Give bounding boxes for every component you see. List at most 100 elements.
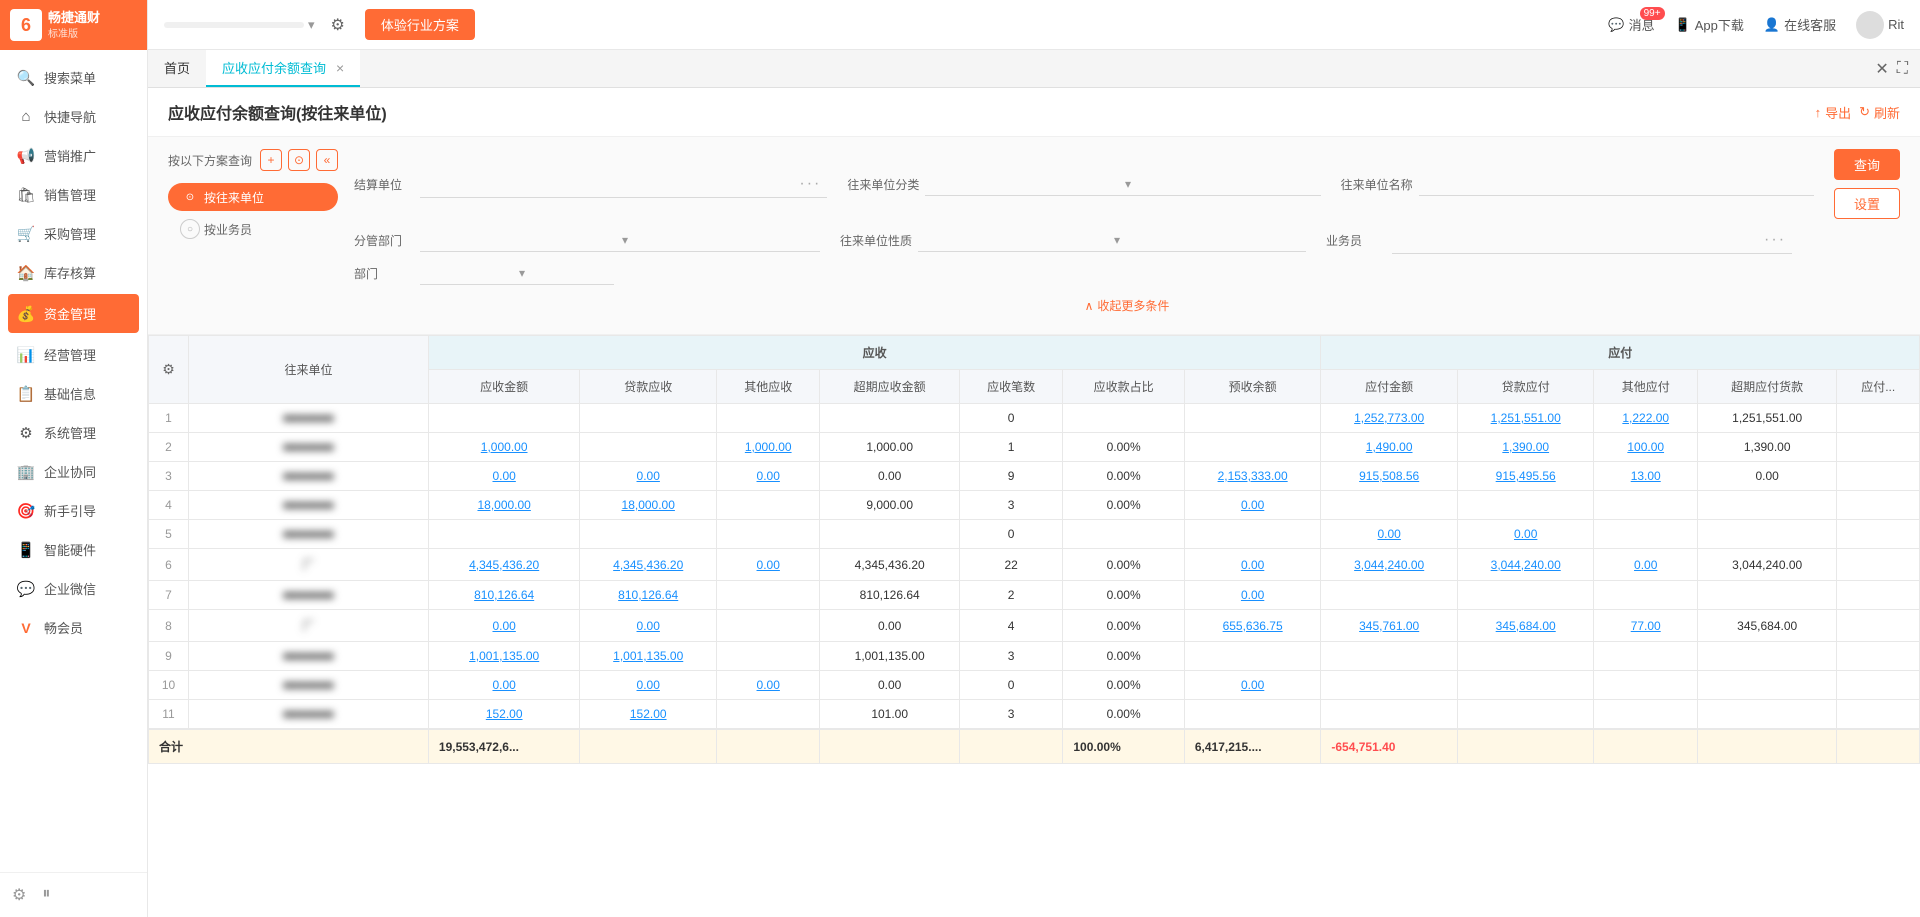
sidebar-item-label: 营销推广 xyxy=(44,146,96,165)
sidebar-item-marketing[interactable]: 📢 营销推广 xyxy=(0,136,147,175)
filter-field-partner-category: 往来单位分类 ▾ xyxy=(847,173,1320,196)
table-row: 4■■■■■■■18,000.0018,000.009,000.0030.00%… xyxy=(149,491,1920,520)
table-settings-icon[interactable]: ⚙ xyxy=(162,361,175,378)
tab-bar: 首页 应收应付余额查询 × ✕ ⛶ xyxy=(148,50,1920,88)
table-row: 7■■■■■■■810,126.64810,126.64810,126.6420… xyxy=(149,581,1920,610)
department-chevron-icon: ▾ xyxy=(519,266,608,280)
breadcrumb: ▾ xyxy=(164,17,315,33)
table-row: 1■■■■■■■01,252,773.001,251,551.001,222.0… xyxy=(149,404,1920,433)
query-button[interactable]: 查询 xyxy=(1834,149,1900,180)
export-button[interactable]: ↑ 导出 xyxy=(1815,103,1852,122)
online-service-action[interactable]: 👤 在线客服 xyxy=(1764,15,1836,34)
row-index: 3 xyxy=(149,462,189,491)
footer-ap-loan xyxy=(1457,729,1594,764)
tab-home-label: 首页 xyxy=(164,58,190,77)
partner-cell: ■■■■■■■ xyxy=(189,642,429,671)
table-row: 11■■■■■■■152.00152.00101.0030.00% xyxy=(149,700,1920,730)
sidebar-item-operations[interactable]: 📊 经营管理 xyxy=(0,335,147,374)
tab-ar-ap[interactable]: 应收应付余额查询 × xyxy=(206,50,360,87)
footer-ar-prepaid[interactable]: 6,417,215.... xyxy=(1184,729,1321,764)
dept-select[interactable]: ▾ xyxy=(420,229,820,252)
filter-collapse-icon[interactable]: « xyxy=(316,149,338,171)
sidebar-item-purchase[interactable]: 🛒 采购管理 xyxy=(0,214,147,253)
department-select[interactable]: ▾ xyxy=(420,262,614,285)
sidebar-item-guide[interactable]: 🎯 新手引导 xyxy=(0,491,147,530)
header-gear-icon[interactable]: ⚙ xyxy=(331,15,345,35)
ap-other-col: 其他应付 xyxy=(1594,370,1697,404)
sidebar-item-inventory[interactable]: 🏠 库存核算 xyxy=(0,253,147,292)
filter-field-partner-name: 往来单位名称 xyxy=(1341,173,1814,196)
by-partner-icon: ⊙ xyxy=(180,187,200,207)
user-profile[interactable]: Rit xyxy=(1856,11,1904,39)
table-footer: 合计 19,553,472,6... 100.00% 6,417,215....… xyxy=(149,729,1920,764)
fullscreen-icon[interactable]: ⛶ xyxy=(1897,60,1908,78)
ar-amount-col: 应收金额 xyxy=(428,370,580,404)
filter-option-by-employee[interactable]: ○ 按业务员 xyxy=(168,215,338,243)
breadcrumb-input[interactable] xyxy=(164,22,304,28)
collapse-label: 收起更多条件 xyxy=(1097,297,1169,314)
export-icon: ↑ xyxy=(1815,105,1822,120)
logo-text: 畅捷通财 xyxy=(48,10,100,26)
partner-name-input[interactable] xyxy=(1419,173,1814,196)
collapse-footer-icon[interactable]: ⏸ xyxy=(42,885,50,905)
dept-chevron-icon: ▾ xyxy=(622,233,814,247)
salesperson-input[interactable]: ··· xyxy=(1392,227,1792,254)
sidebar-item-sales[interactable]: 🛍 销售管理 xyxy=(0,175,147,214)
partner-cell: 厂 xyxy=(189,610,429,642)
page-header: 应收应付余额查询(按往来单位) ↑ 导出 ↻ 刷新 xyxy=(148,88,1920,137)
filter-settings-icon[interactable]: ⊙ xyxy=(288,149,310,171)
partner-name-label: 往来单位名称 xyxy=(1341,176,1413,193)
sidebar-item-enterprise[interactable]: 🏢 企业协同 xyxy=(0,452,147,491)
online-service-label: 在线客服 xyxy=(1784,15,1836,34)
row-index: 11 xyxy=(149,700,189,730)
partner-nature-select[interactable]: ▾ xyxy=(918,229,1306,252)
sidebar-item-search[interactable]: 🔍 搜索菜单 xyxy=(0,58,147,97)
sidebar-item-hardware[interactable]: 📱 智能硬件 xyxy=(0,530,147,569)
sidebar-item-quick-nav[interactable]: ⌂ 快捷导航 xyxy=(0,97,147,136)
breadcrumb-chevron-icon[interactable]: ▾ xyxy=(308,17,315,33)
tab-home[interactable]: 首页 xyxy=(148,50,206,87)
sidebar-item-label: 企业协同 xyxy=(44,462,96,481)
tab-close-icon[interactable]: × xyxy=(336,60,344,76)
sidebar-item-wechat[interactable]: 💬 企业微信 xyxy=(0,569,147,608)
collapse-icon: ∧ xyxy=(1085,299,1094,313)
partner-category-select[interactable]: ▾ xyxy=(925,173,1320,196)
filter-field-settlement: 结算单位 ··· xyxy=(354,171,827,198)
app-download-action[interactable]: 📱 App下载 xyxy=(1675,15,1744,34)
filter-add-icon[interactable]: + xyxy=(260,149,282,171)
dots-icon: ··· xyxy=(799,175,821,193)
sidebar-item-system[interactable]: ⚙ 系统管理 xyxy=(0,413,147,452)
trial-button[interactable]: 体验行业方案 xyxy=(365,9,475,40)
table-row: 9■■■■■■■1,001,135.001,001,135.001,001,13… xyxy=(149,642,1920,671)
settlement-unit-input[interactable]: ··· xyxy=(420,171,827,198)
partner-cell: ■■■■■■■ xyxy=(189,433,429,462)
logo-icon: 6 xyxy=(10,9,42,41)
filter-option-by-partner[interactable]: ⊙ 按往来单位 xyxy=(168,183,338,211)
table-row: 6厂4,345,436.204,345,436.200.004,345,436.… xyxy=(149,549,1920,581)
footer-ar-ratio: 100.00% xyxy=(1063,729,1184,764)
page-content: 应收应付余额查询(按往来单位) ↑ 导出 ↻ 刷新 按以下方案查询 xyxy=(148,88,1920,917)
filter-action-buttons: 查询 设置 xyxy=(1834,149,1900,219)
close-window-icon[interactable]: ✕ xyxy=(1875,59,1888,79)
partner-cell: ■■■■■■■ xyxy=(189,404,429,433)
footer-ar-amount[interactable]: 19,553,472,6... xyxy=(428,729,580,764)
sidebar-item-funds[interactable]: 💰 资金管理 xyxy=(8,294,139,333)
collapse-button[interactable]: ∧ 收起更多条件 xyxy=(1077,289,1178,322)
tab-controls: ✕ ⛶ xyxy=(1875,59,1920,79)
message-action[interactable]: 💬 消息 99+ xyxy=(1608,15,1654,34)
setting-button[interactable]: 设置 xyxy=(1834,188,1900,219)
avatar xyxy=(1856,11,1884,39)
header-actions: 💬 消息 99+ 📱 App下载 👤 在线客服 Rit xyxy=(1608,11,1904,39)
by-partner-label: 按往来单位 xyxy=(204,189,264,206)
sidebar-item-vip[interactable]: V 畅会员 xyxy=(0,608,147,647)
operations-icon: 📊 xyxy=(16,346,36,364)
sidebar-item-basic-info[interactable]: 📋 基础信息 xyxy=(0,374,147,413)
department-label: 部门 xyxy=(354,265,414,282)
table-row: 10■■■■■■■0.000.000.000.0000.00%0.00 xyxy=(149,671,1920,700)
settings-footer-icon[interactable]: ⚙ xyxy=(12,885,26,905)
sidebar-item-label: 库存核算 xyxy=(44,263,96,282)
refresh-button[interactable]: ↻ 刷新 xyxy=(1859,103,1900,122)
row-index: 4 xyxy=(149,491,189,520)
filter-row-1: 结算单位 ··· 往来单位分类 ▾ xyxy=(354,149,1900,219)
sidebar-item-label: 搜索菜单 xyxy=(44,68,96,87)
